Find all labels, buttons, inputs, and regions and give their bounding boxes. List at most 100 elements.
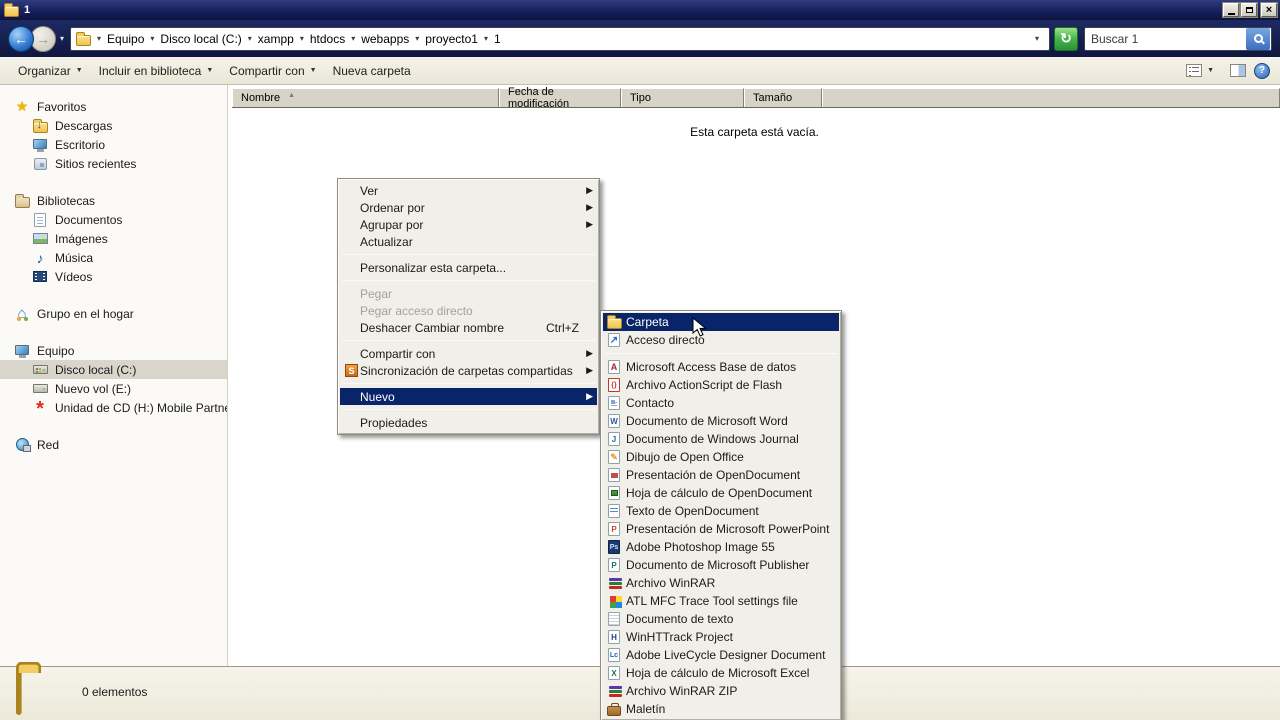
- submenu-item-publisher[interactable]: Documento de Microsoft Publisher: [603, 556, 839, 574]
- context-menu-item-propiedades[interactable]: Propiedades: [340, 414, 597, 431]
- submenu-item-texto[interactable]: Documento de texto: [603, 610, 839, 628]
- sidebar-item-cd-h-mobile-partner[interactable]: * Unidad de CD (H:) Mobile Partner: [0, 398, 227, 419]
- sidebar-item-descargas[interactable]: Descargas: [0, 116, 227, 135]
- submenu-item-winhttrack[interactable]: WinHTTrack Project: [603, 628, 839, 646]
- back-button[interactable]: ←: [8, 25, 34, 52]
- breadcrumb-1[interactable]: 1: [494, 32, 501, 46]
- close-button[interactable]: ×: [1261, 3, 1277, 17]
- sidebar-item-videos[interactable]: Vídeos: [0, 267, 227, 286]
- sidebar-item-documentos[interactable]: Documentos: [0, 210, 227, 229]
- submenu-item-livecycle[interactable]: Adobe LiveCycle Designer Document: [603, 646, 839, 664]
- history-chevron-icon[interactable]: ▾: [60, 34, 64, 43]
- breadcrumb-equipo[interactable]: Equipo: [107, 32, 144, 46]
- submenu-item-excel[interactable]: Hoja de cálculo de Microsoft Excel: [603, 664, 839, 682]
- submenu-item-maletin[interactable]: Maletín: [603, 700, 839, 718]
- submenu-item-word[interactable]: Documento de Microsoft Word: [603, 412, 839, 430]
- sidebar-group-favoritos[interactable]: ★ Favoritos: [0, 97, 227, 116]
- views-icon: [1186, 64, 1203, 77]
- views-button[interactable]: ▼: [1178, 60, 1222, 81]
- odp-icon: [606, 467, 622, 483]
- breadcrumb-separator-icon[interactable]: ▾: [144, 34, 160, 43]
- sidebar-group-bibliotecas[interactable]: Bibliotecas: [0, 191, 227, 210]
- sidebar-item-disco-local-c[interactable]: Disco local (C:): [0, 360, 227, 379]
- briefcase-icon: [606, 701, 622, 717]
- ods-icon: [606, 485, 622, 501]
- document-icon: [32, 212, 48, 228]
- breadcrumb-proyecto1[interactable]: proyecto1: [425, 32, 478, 46]
- column-header-nombre[interactable]: Nombre ▲: [232, 88, 499, 107]
- sidebar-item-musica[interactable]: ♪ Música: [0, 248, 227, 267]
- search-input[interactable]: [1085, 31, 1246, 46]
- sidebar-group-equipo[interactable]: Equipo: [0, 341, 227, 360]
- submenu-item-photoshop[interactable]: Adobe Photoshop Image 55: [603, 538, 839, 556]
- submenu-item-contacto[interactable]: Contacto: [603, 394, 839, 412]
- breadcrumb-separator-icon[interactable]: ▾: [409, 34, 425, 43]
- access-icon: [606, 359, 622, 375]
- breadcrumb-webapps[interactable]: webapps: [361, 32, 409, 46]
- folder-icon: [606, 314, 622, 330]
- sidebar-item-sitios-recientes[interactable]: Sitios recientes: [0, 154, 227, 173]
- submenu-item-openoffice-draw[interactable]: Dibujo de Open Office: [603, 448, 839, 466]
- submenu-item-acceso-directo[interactable]: Acceso directo: [603, 331, 839, 349]
- organize-button[interactable]: Organizar ▼: [10, 60, 91, 82]
- breadcrumb-separator-icon[interactable]: ▾: [242, 34, 258, 43]
- refresh-button[interactable]: ↻: [1054, 26, 1078, 51]
- breadcrumb-separator-icon[interactable]: ▾: [345, 34, 361, 43]
- breadcrumb-disco-local[interactable]: Disco local (C:): [160, 32, 241, 46]
- context-menu-item-nuevo[interactable]: Nuevo ▶: [340, 388, 597, 405]
- breadcrumb-separator-icon[interactable]: ▾: [294, 34, 310, 43]
- submenu-item-journal[interactable]: Documento de Windows Journal: [603, 430, 839, 448]
- column-header-tamano[interactable]: Tamaño: [744, 88, 822, 107]
- column-headers: Nombre ▲ Fecha de modificación Tipo Tamañ…: [232, 86, 1280, 110]
- menu-separator: [605, 353, 837, 354]
- submenu-item-odt[interactable]: Texto de OpenDocument: [603, 502, 839, 520]
- context-menu-item-sincronizacion[interactable]: S Sincronización de carpetas compartidas…: [340, 362, 597, 379]
- submenu-item-winrar[interactable]: Archivo WinRAR: [603, 574, 839, 592]
- new-folder-button[interactable]: Nueva carpeta: [325, 60, 419, 82]
- submenu-arrow-icon: ▶: [586, 185, 593, 195]
- drive-icon: [32, 381, 48, 397]
- submenu-item-actionscript[interactable]: Archivo ActionScript de Flash: [603, 376, 839, 394]
- excel-icon: [606, 665, 622, 681]
- livecycle-icon: [606, 647, 622, 663]
- videos-icon: [32, 269, 48, 285]
- sidebar-item-escritorio[interactable]: Escritorio: [0, 135, 227, 154]
- minimize-button[interactable]: [1223, 3, 1239, 17]
- submenu-item-winrar-zip[interactable]: Archivo WinRAR ZIP: [603, 682, 839, 700]
- preview-pane-button[interactable]: [1230, 64, 1246, 77]
- address-dropdown-icon[interactable]: ▾: [1029, 34, 1045, 43]
- submenu-item-odp[interactable]: Presentación de OpenDocument: [603, 466, 839, 484]
- sidebar-group-red[interactable]: Red: [0, 435, 227, 454]
- sidebar-item-imagenes[interactable]: Imágenes: [0, 229, 227, 248]
- breadcrumb-separator-icon[interactable]: ▾: [478, 34, 494, 43]
- context-menu-item-ordenar-por[interactable]: Ordenar por ▶: [340, 199, 597, 216]
- folder-icon: [16, 670, 22, 715]
- sidebar-group-grupo-hogar[interactable]: ⌂ Grupo en el hogar: [0, 304, 227, 323]
- chevron-down-icon: ▼: [75, 67, 83, 74]
- address-bar[interactable]: ▾ Equipo ▾ Disco local (C:) ▾ xampp ▾ ht…: [70, 26, 1050, 51]
- share-with-button[interactable]: Compartir con ▼: [221, 60, 324, 82]
- submenu-item-ods[interactable]: Hoja de cálculo de OpenDocument: [603, 484, 839, 502]
- context-menu-item-agrupar-por[interactable]: Agrupar por ▶: [340, 216, 597, 233]
- context-menu-item-deshacer[interactable]: Deshacer Cambiar nombre Ctrl+Z: [340, 319, 597, 336]
- sidebar-item-nuevo-vol-e[interactable]: Nuevo vol (E:): [0, 379, 227, 398]
- submenu-item-powerpoint[interactable]: Presentación de Microsoft PowerPoint: [603, 520, 839, 538]
- breadcrumb-htdocs[interactable]: htdocs: [310, 32, 345, 46]
- search-box: [1084, 26, 1272, 51]
- column-header-fecha[interactable]: Fecha de modificación: [499, 86, 621, 110]
- search-icon[interactable]: [1246, 27, 1270, 50]
- submenu-item-carpeta[interactable]: Carpeta: [603, 313, 839, 331]
- submenu-item-atl-mfc[interactable]: ATL MFC Trace Tool settings file: [603, 592, 839, 610]
- context-menu-item-personalizar[interactable]: Personalizar esta carpeta...: [340, 259, 597, 276]
- recent-places-icon: [32, 156, 48, 172]
- column-header-tipo[interactable]: Tipo: [621, 88, 744, 107]
- context-menu-item-ver[interactable]: Ver ▶: [340, 182, 597, 199]
- restore-button[interactable]: [1241, 3, 1257, 17]
- breadcrumb-xampp[interactable]: xampp: [258, 32, 294, 46]
- context-menu-item-actualizar[interactable]: Actualizar: [340, 233, 597, 250]
- include-in-library-button[interactable]: Incluir en biblioteca ▼: [91, 60, 222, 82]
- help-button[interactable]: ?: [1254, 62, 1270, 79]
- submenu-item-access[interactable]: Microsoft Access Base de datos: [603, 358, 839, 376]
- context-menu-item-compartir-con[interactable]: Compartir con ▶: [340, 345, 597, 362]
- breadcrumb-separator-icon[interactable]: ▾: [91, 34, 107, 43]
